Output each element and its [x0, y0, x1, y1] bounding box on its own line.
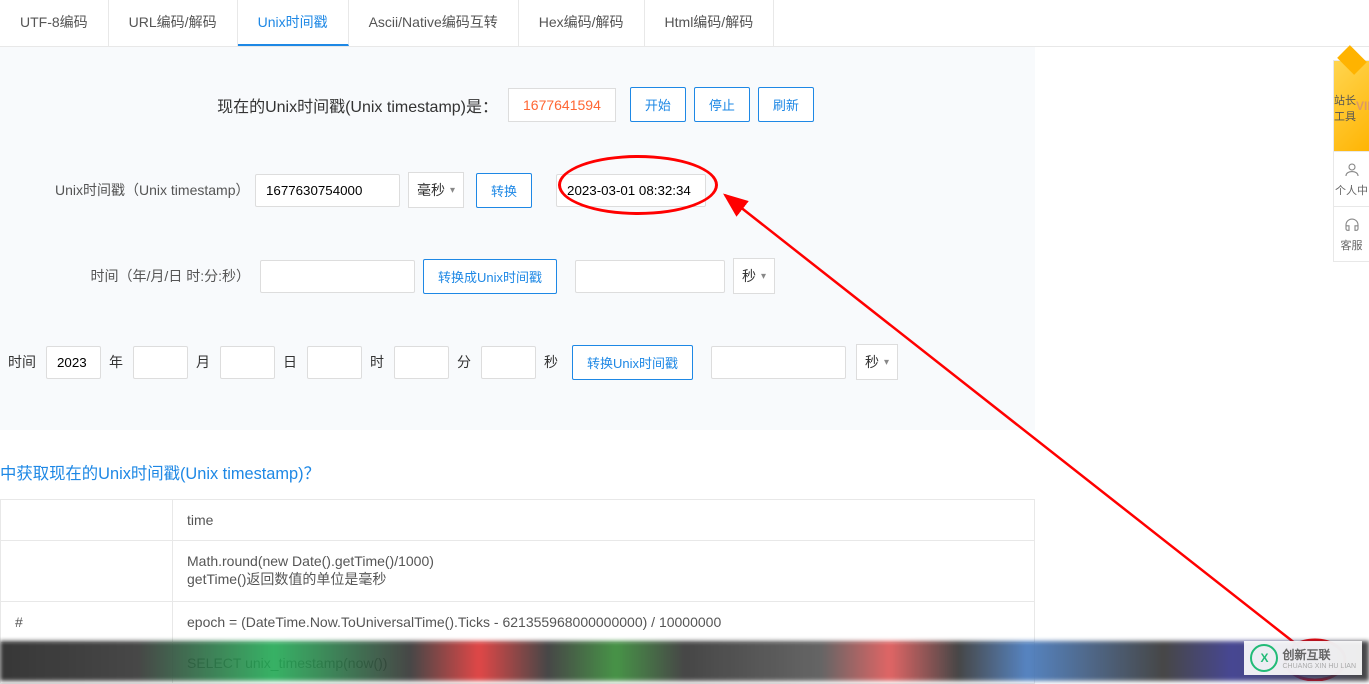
timestamp-to-date-row: Unix时间戳（Unix timestamp） 毫秒 ▾ 转换: [0, 162, 1035, 218]
start-button[interactable]: 开始: [630, 87, 686, 122]
sec-unit: 秒: [544, 352, 558, 372]
ts-unit-select[interactable]: 毫秒 ▾: [408, 172, 464, 208]
logo-icon: X: [1250, 644, 1278, 672]
date-to-timestamp-row: 时间（年/月/日 时:分:秒） 转换成Unix时间戳 秒 ▾: [0, 248, 1035, 304]
customer-service-button[interactable]: 客服: [1334, 206, 1369, 261]
convert-components-button[interactable]: 转换Unix时间戳: [572, 345, 693, 380]
year-input[interactable]: [46, 346, 101, 379]
date-result[interactable]: [556, 174, 706, 207]
time-label: 时间: [8, 352, 36, 372]
dt-label: 时间（年/月/日 时:分:秒）: [90, 266, 260, 286]
logo-text: 创新互联: [1282, 646, 1356, 663]
hour-input[interactable]: [307, 346, 362, 379]
timestamp-input[interactable]: [255, 174, 400, 207]
table-cell-code: Math.round(new Date().getTime()/1000) ge…: [173, 541, 1035, 602]
caret-down-icon: ▾: [450, 185, 455, 196]
sec-input[interactable]: [481, 346, 536, 379]
content-area: 现在的Unix时间戳(Unix timestamp)是： 1677641594 …: [0, 47, 1035, 430]
dt-unit-label: 秒: [742, 266, 756, 286]
datetime-input[interactable]: [260, 260, 415, 293]
table-row: time: [1, 500, 1035, 541]
table-cell-lang: [1, 541, 173, 602]
day-unit: 日: [283, 352, 297, 372]
user-icon: [1343, 161, 1361, 179]
day-input[interactable]: [220, 346, 275, 379]
tab-ascii[interactable]: Ascii/Native编码互转: [349, 0, 519, 46]
side-label: 客服: [1341, 237, 1363, 253]
code-line: getTime()返回数值的单位是毫秒: [187, 569, 1020, 589]
convert-dt-button[interactable]: 转换成Unix时间戳: [423, 259, 557, 294]
taskbar[interactable]: [0, 641, 1369, 681]
table-row: # epoch = (DateTime.Now.ToUniversalTime(…: [1, 602, 1035, 643]
qa-title[interactable]: 中获取现在的Unix时间戳(Unix timestamp)？: [0, 460, 1369, 484]
table-row: Math.round(new Date().getTime()/1000) ge…: [1, 541, 1035, 602]
now-label: 现在的Unix时间戳(Unix timestamp)是：: [217, 93, 498, 117]
now-row: 现在的Unix时间戳(Unix timestamp)是： 1677641594 …: [0, 77, 1035, 132]
now-timestamp: 1677641594: [508, 88, 616, 122]
components-unit-select[interactable]: 秒 ▾: [856, 344, 898, 380]
components-unit-label: 秒: [865, 352, 879, 372]
month-unit: 月: [196, 352, 210, 372]
convert-ts-button[interactable]: 转换: [476, 173, 532, 208]
headset-icon: [1343, 216, 1361, 234]
tab-html[interactable]: Html编码/解码: [645, 0, 775, 46]
ts-unit-label: 毫秒: [417, 180, 445, 200]
table-cell-code: epoch = (DateTime.Now.ToUniversalTime().…: [173, 602, 1035, 643]
dt-unit-select[interactable]: 秒 ▾: [733, 258, 775, 294]
tab-hex[interactable]: Hex编码/解码: [519, 0, 645, 46]
caret-down-icon: ▾: [761, 271, 766, 282]
user-center-button[interactable]: 个人中: [1334, 151, 1369, 206]
stop-button[interactable]: 停止: [694, 87, 750, 122]
tab-utf8[interactable]: UTF-8编码: [0, 0, 109, 46]
code-line: Math.round(new Date().getTime()/1000): [187, 553, 1020, 569]
brand-logo[interactable]: X 创新互联 CHUANG XIN HU LIAN: [1244, 641, 1362, 675]
tabs-bar: UTF-8编码 URL编码/解码 Unix时间戳 Ascii/Native编码互…: [0, 0, 1369, 47]
table-cell-code: time: [173, 500, 1035, 541]
tab-url[interactable]: URL编码/解码: [109, 0, 238, 46]
components-result[interactable]: [711, 346, 846, 379]
month-input[interactable]: [133, 346, 188, 379]
hour-unit: 时: [370, 352, 384, 372]
ts-result[interactable]: [575, 260, 725, 293]
min-unit: 分: [457, 352, 471, 372]
side-label: 个人中: [1335, 182, 1368, 198]
min-input[interactable]: [394, 346, 449, 379]
side-panel: VIP 站长工具 个人中 客服: [1333, 60, 1369, 262]
tab-unix[interactable]: Unix时间戳: [238, 0, 349, 46]
ts-label: Unix时间戳（Unix timestamp）: [55, 180, 255, 200]
caret-down-icon: ▾: [884, 357, 889, 368]
components-row: 时间 年 月 日 时 分 秒 转换Unix时间戳 秒 ▾: [0, 334, 1035, 390]
logo-sub: CHUANG XIN HU LIAN: [1282, 663, 1356, 670]
refresh-button[interactable]: 刷新: [758, 87, 814, 122]
vip-badge[interactable]: VIP 站长工具: [1334, 61, 1369, 151]
year-unit: 年: [109, 352, 123, 372]
table-cell-lang: [1, 500, 173, 541]
table-cell-lang: #: [1, 602, 173, 643]
